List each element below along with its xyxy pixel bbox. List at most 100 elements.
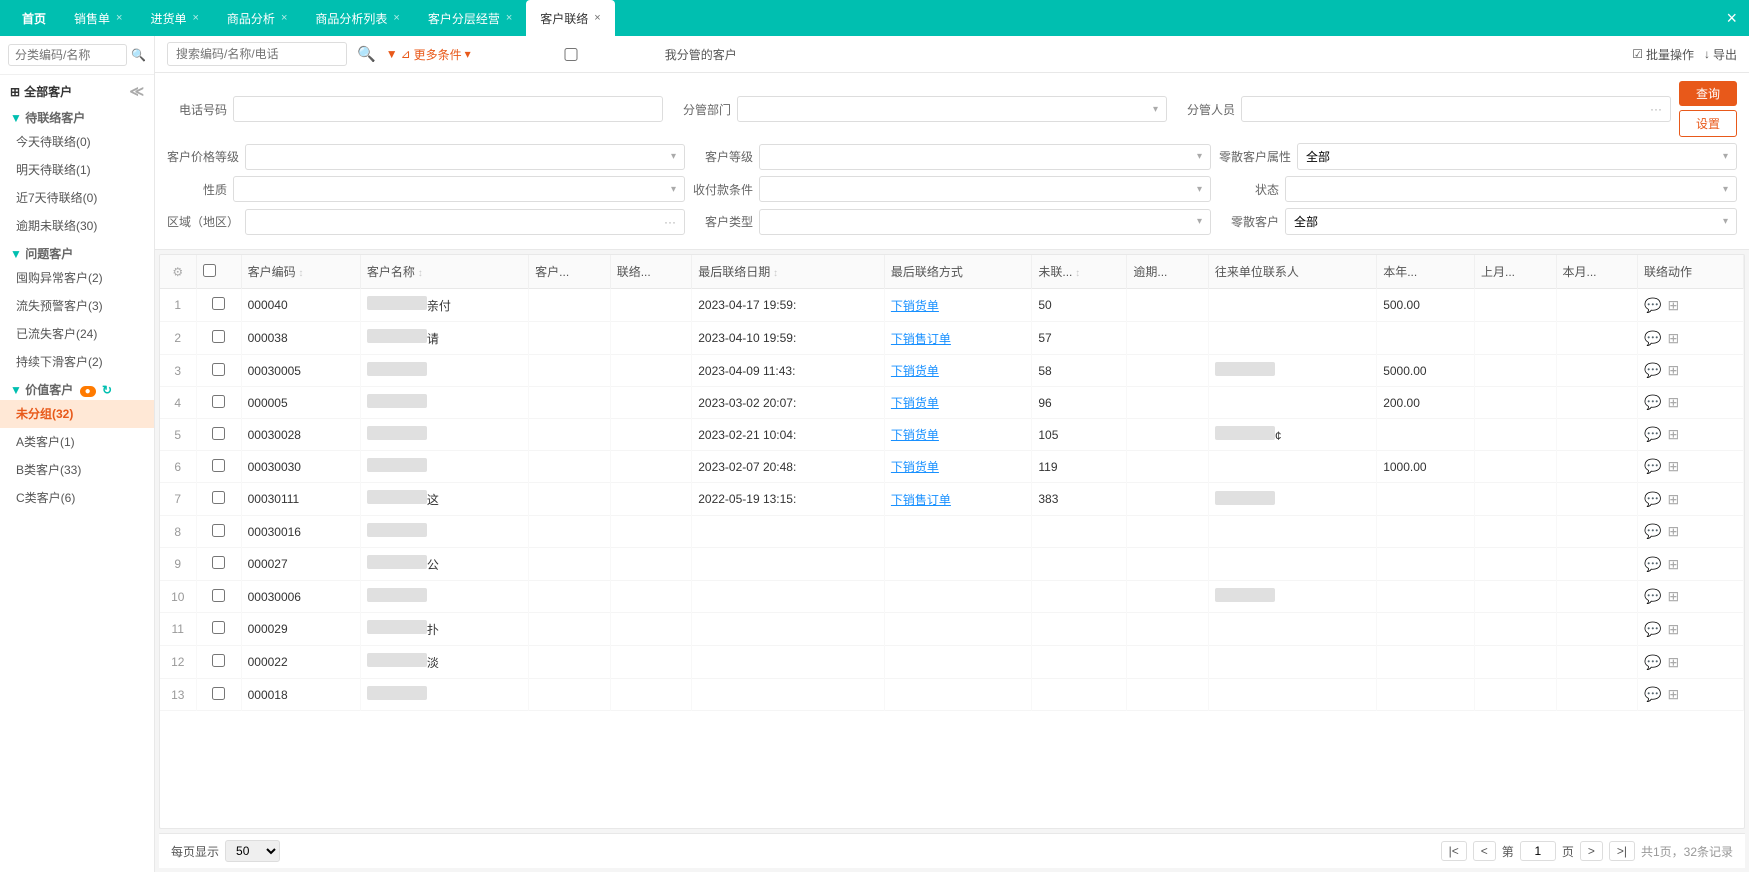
close-icon[interactable]: × [506,12,512,24]
row-checkbox[interactable] [212,427,225,440]
last-contact-method[interactable]: 下销货单 [884,387,1031,419]
sidebar-item-churn-warning[interactable]: 流失预警客户(3) [0,292,154,320]
sidebar-item-hoarding-abnormal[interactable]: 囤购异常客户(2) [0,264,154,292]
grid-icon[interactable]: ⊞ [1667,556,1679,573]
grid-icon[interactable]: ⊞ [1667,458,1679,475]
prev-page-btn[interactable]: < [1473,841,1496,861]
row-checkbox-cell[interactable] [196,548,241,581]
search-input[interactable] [167,42,347,66]
last-contact-method[interactable]: 下销货单 [884,355,1031,387]
next-page-btn[interactable]: > [1580,841,1603,861]
sidebar-item-b-class[interactable]: B类客户(33) [0,456,154,484]
message-icon[interactable]: 💬 [1644,394,1661,411]
last-contact-method[interactable]: 下销售订单 [884,483,1031,516]
row-checkbox[interactable] [212,621,225,634]
grid-icon[interactable]: ⊞ [1667,362,1679,379]
message-icon[interactable]: 💬 [1644,458,1661,475]
sidebar-item-churned[interactable]: 已流失客户(24) [0,320,154,348]
all-customers-header[interactable]: ⊞ 全部客户 ≪ [0,75,154,104]
grid-icon[interactable]: ⊞ [1667,523,1679,540]
row-checkbox-cell[interactable] [196,387,241,419]
grid-icon[interactable]: ⊞ [1667,654,1679,671]
customer-type-select[interactable]: ▾ [759,209,1211,235]
page-number-input[interactable] [1520,841,1556,861]
grid-icon[interactable]: ⊞ [1667,394,1679,411]
row-checkbox-cell[interactable] [196,679,241,711]
payment-select[interactable]: ▾ [759,176,1211,202]
price-level-select[interactable]: ▾ [245,144,685,170]
row-checkbox-cell[interactable] [196,613,241,646]
row-checkbox[interactable] [212,491,225,504]
no-contact-col-header[interactable]: 未联... [1032,255,1127,289]
message-icon[interactable]: 💬 [1644,588,1661,605]
row-checkbox-cell[interactable] [196,419,241,451]
grid-icon[interactable]: ⊞ [1667,330,1679,347]
close-icon[interactable]: × [393,12,399,24]
contact-method-link[interactable]: 下销货单 [891,364,939,378]
sidebar-item-c-class[interactable]: C类客户(6) [0,484,154,512]
manager-select[interactable]: ··· [1241,96,1671,122]
message-icon[interactable]: 💬 [1644,654,1661,671]
query-button[interactable]: 查询 [1679,81,1737,106]
grid-icon[interactable]: ⊞ [1667,621,1679,638]
close-all-tabs-icon[interactable]: × [1726,8,1737,29]
row-checkbox-cell[interactable] [196,483,241,516]
tab-product-analysis[interactable]: 商品分析 × [213,0,301,36]
my-customers-check[interactable] [481,48,661,61]
sidebar-search-input[interactable] [8,44,127,66]
status-select[interactable]: ▾ [1285,176,1737,202]
department-select[interactable]: ▾ [737,96,1167,122]
name-col-header[interactable]: 客户名称 [360,255,528,289]
row-checkbox[interactable] [212,654,225,667]
checkbox-col-header[interactable] [196,255,241,289]
last-contact-method[interactable]: 下销售订单 [884,322,1031,355]
grid-icon[interactable]: ⊞ [1667,426,1679,443]
sidebar-item-7days-pending[interactable]: 近7天待联络(0) [0,184,154,212]
message-icon[interactable]: 💬 [1644,621,1661,638]
row-checkbox[interactable] [212,363,225,376]
contact-method-link[interactable]: 下销货单 [891,299,939,313]
grid-icon[interactable]: ⊞ [1667,491,1679,508]
tab-sales[interactable]: 销售单 × [60,0,136,36]
row-checkbox-cell[interactable] [196,322,241,355]
first-page-btn[interactable]: |< [1441,841,1467,861]
gender-select[interactable]: ▾ [233,176,685,202]
sidebar-item-tomorrow-pending[interactable]: 明天待联络(1) [0,156,154,184]
message-icon[interactable]: 💬 [1644,523,1661,540]
region-select[interactable]: ··· [245,209,685,235]
page-size-select[interactable]: 50 100 200 [225,840,280,862]
code-col-header[interactable]: 客户编码 [241,255,360,289]
contact-method-link[interactable]: 下销货单 [891,460,939,474]
collapse-icon[interactable]: ≪ [129,83,144,100]
refresh-icon[interactable]: ↻ [102,383,112,397]
close-icon[interactable]: × [594,12,600,24]
row-checkbox-cell[interactable] [196,516,241,548]
phone-input[interactable] [233,96,663,122]
message-icon[interactable]: 💬 [1644,491,1661,508]
grid-icon[interactable]: ⊞ [1667,297,1679,314]
row-checkbox[interactable] [212,524,225,537]
my-customers-checkbox[interactable]: 我分管的客户 [481,46,737,63]
row-checkbox[interactable] [212,556,225,569]
contact-method-link[interactable]: 下销售订单 [891,332,951,346]
grid-icon[interactable]: ⊞ [1667,686,1679,703]
row-checkbox-cell[interactable] [196,289,241,322]
grid-icon[interactable]: ⊞ [1667,588,1679,605]
message-icon[interactable]: 💬 [1644,556,1661,573]
dots-icon[interactable]: ··· [664,215,676,229]
more-icon[interactable]: ··· [1650,102,1662,116]
sidebar-item-a-class[interactable]: A类客户(1) [0,428,154,456]
retail-customer-select[interactable]: 全部▾ [1285,208,1737,235]
last-contact-method[interactable]: 下销货单 [884,289,1031,322]
last-contact-method[interactable]: 下销货单 [884,419,1031,451]
sidebar-search-icon[interactable]: 🔍 [131,48,146,62]
contact-method-link[interactable]: 下销货单 [891,428,939,442]
sidebar-item-overdue-contact[interactable]: 逾期未联络(30) [0,212,154,240]
select-all-checkbox[interactable] [203,264,216,277]
row-checkbox-cell[interactable] [196,451,241,483]
row-checkbox[interactable] [212,395,225,408]
contact-method-link[interactable]: 下销货单 [891,396,939,410]
row-checkbox[interactable] [212,459,225,472]
tab-customer-segment[interactable]: 客户分层经营 × [414,0,526,36]
sidebar-item-today-pending[interactable]: 今天待联络(0) [0,128,154,156]
